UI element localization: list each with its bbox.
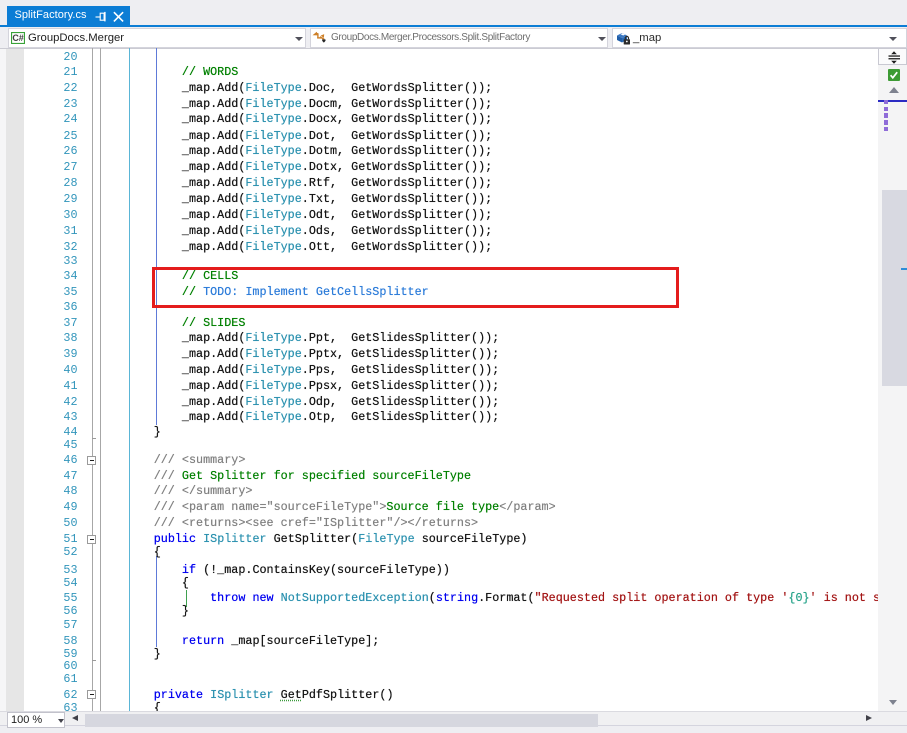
svg-text:C#: C# — [12, 33, 23, 43]
